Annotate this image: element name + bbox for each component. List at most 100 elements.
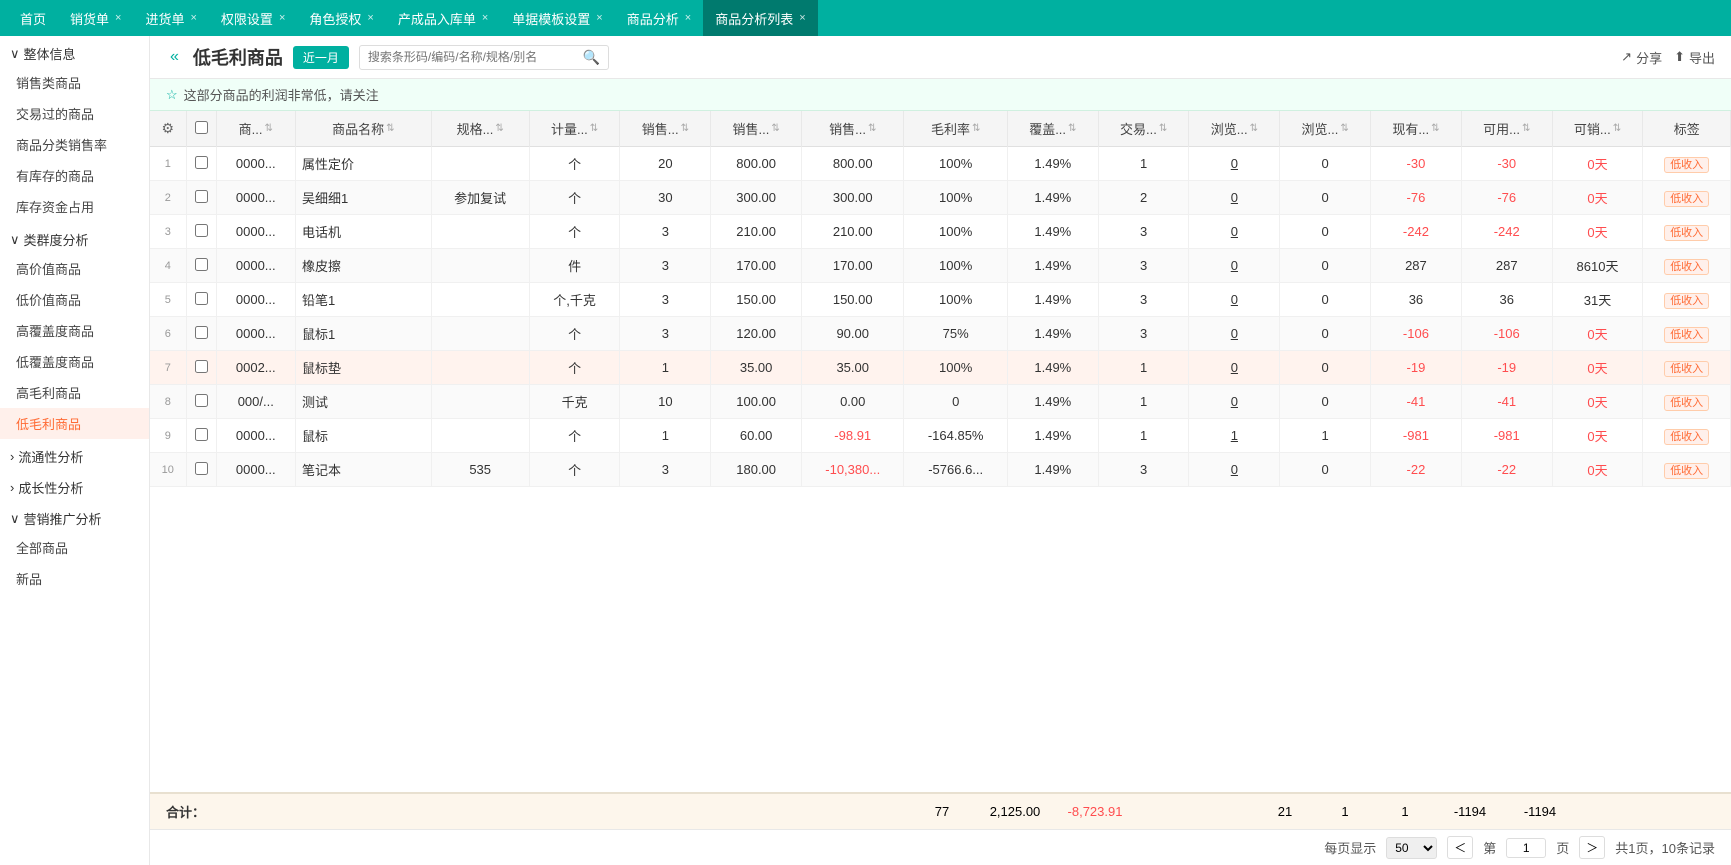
- page-input[interactable]: [1506, 838, 1546, 858]
- row-view1[interactable]: 0: [1189, 249, 1280, 283]
- nav-analysis[interactable]: 商品分析 ×: [615, 0, 703, 36]
- row-checkbox[interactable]: [186, 215, 216, 249]
- row-checkbox[interactable]: [186, 147, 216, 181]
- view1-link[interactable]: 1: [1231, 428, 1238, 443]
- row-view1[interactable]: 0: [1189, 181, 1280, 215]
- view1-link[interactable]: 0: [1231, 224, 1238, 239]
- row-margin: -5766.6...: [904, 453, 1007, 487]
- nav-close-role[interactable]: ×: [367, 12, 373, 24]
- row-checkbox[interactable]: [186, 351, 216, 385]
- date-filter-btn[interactable]: 近一月: [293, 46, 349, 69]
- nav-close-analysis[interactable]: ×: [685, 12, 691, 24]
- nav-home[interactable]: 首页: [8, 0, 58, 36]
- sidebar-group-overall[interactable]: ∨ 整体信息: [0, 36, 149, 67]
- sidebar-item-high-coverage[interactable]: 高覆盖度商品: [0, 315, 149, 346]
- nav-close-sales[interactable]: ×: [115, 12, 121, 24]
- row-available: -41: [1461, 385, 1552, 419]
- settings-icon[interactable]: ⚙: [161, 120, 174, 136]
- row-select-checkbox[interactable]: [195, 156, 208, 169]
- sidebar-item-stock-goods[interactable]: 有库存的商品: [0, 160, 149, 191]
- row-view1[interactable]: 0: [1189, 147, 1280, 181]
- row-select-checkbox[interactable]: [195, 428, 208, 441]
- row-checkbox[interactable]: [186, 453, 216, 487]
- row-select-checkbox[interactable]: [195, 326, 208, 339]
- sidebar-item-traded-goods[interactable]: 交易过的商品: [0, 98, 149, 129]
- row-available: -106: [1461, 317, 1552, 351]
- nav-close-permission[interactable]: ×: [279, 12, 285, 24]
- row-select-checkbox[interactable]: [195, 360, 208, 373]
- row-select-checkbox[interactable]: [195, 224, 208, 237]
- sidebar-item-new-goods[interactable]: 新品: [0, 563, 149, 594]
- row-select-checkbox[interactable]: [195, 462, 208, 475]
- row-salesqty: 3: [620, 215, 711, 249]
- nav-product-entry[interactable]: 产成品入库单 ×: [386, 0, 500, 36]
- row-checkbox[interactable]: [186, 283, 216, 317]
- nav-close-template[interactable]: ×: [596, 12, 602, 24]
- per-page-select[interactable]: 50 100 200: [1386, 837, 1437, 859]
- nav-role[interactable]: 角色授权 ×: [297, 0, 385, 36]
- row-salesamount: 150.00: [802, 283, 904, 317]
- row-select-checkbox[interactable]: [195, 190, 208, 203]
- row-select-checkbox[interactable]: [195, 292, 208, 305]
- view1-link[interactable]: 0: [1231, 462, 1238, 477]
- view1-link[interactable]: 0: [1231, 292, 1238, 307]
- share-btn[interactable]: ↗ 分享: [1621, 48, 1662, 67]
- nav-permission[interactable]: 权限设置 ×: [209, 0, 297, 36]
- sidebar-group-marketing[interactable]: ∨ 营销推广分析: [0, 501, 149, 532]
- table-wrapper: ⚙ 商...⇅ 商品名称⇅ 规格...⇅ 计量...⇅ 销售...⇅ 销售...…: [150, 111, 1731, 792]
- row-view1[interactable]: 1: [1189, 419, 1280, 453]
- row-salesamount: 35.00: [802, 351, 904, 385]
- row-select-checkbox[interactable]: [195, 258, 208, 271]
- prev-page-btn[interactable]: ＜: [1447, 836, 1473, 859]
- next-page-btn[interactable]: ＞: [1579, 836, 1605, 859]
- sidebar-item-low-coverage[interactable]: 低覆盖度商品: [0, 346, 149, 377]
- row-view1[interactable]: 0: [1189, 317, 1280, 351]
- row-margin: 75%: [904, 317, 1007, 351]
- select-all-checkbox[interactable]: [195, 121, 208, 134]
- sidebar-item-sales-goods[interactable]: 销售类商品: [0, 67, 149, 98]
- export-btn[interactable]: ⬆ 导出: [1674, 48, 1715, 67]
- sidebar-item-low-margin[interactable]: 低毛利商品: [0, 408, 149, 439]
- row-view1[interactable]: 0: [1189, 351, 1280, 385]
- sidebar-group-cluster[interactable]: ∨ 类群度分析: [0, 222, 149, 253]
- nav-close-analysis-list[interactable]: ×: [799, 12, 805, 24]
- nav-sales[interactable]: 销货单 ×: [58, 0, 133, 36]
- sidebar-group-growth[interactable]: › 成长性分析: [0, 470, 149, 501]
- row-view1[interactable]: 0: [1189, 453, 1280, 487]
- view1-link[interactable]: 0: [1231, 258, 1238, 273]
- view1-link[interactable]: 0: [1231, 394, 1238, 409]
- row-view1[interactable]: 0: [1189, 215, 1280, 249]
- view1-link[interactable]: 0: [1231, 360, 1238, 375]
- sidebar-collapse-btn[interactable]: «: [166, 46, 183, 68]
- row-view1[interactable]: 0: [1189, 283, 1280, 317]
- view1-link[interactable]: 0: [1231, 190, 1238, 205]
- sidebar-item-capital[interactable]: 库存资金占用: [0, 191, 149, 222]
- sidebar-group-liquidity[interactable]: › 流通性分析: [0, 439, 149, 470]
- row-checkbox[interactable]: [186, 317, 216, 351]
- row-checkbox[interactable]: [186, 385, 216, 419]
- nav-analysis-list[interactable]: 商品分析列表 ×: [703, 0, 817, 36]
- nav-template[interactable]: 单据模板设置 ×: [500, 0, 614, 36]
- row-view2: 0: [1280, 215, 1371, 249]
- nav-close-purchase[interactable]: ×: [190, 12, 196, 24]
- view1-link[interactable]: 0: [1231, 326, 1238, 341]
- nav-close-product[interactable]: ×: [482, 12, 488, 24]
- sidebar-item-all-goods[interactable]: 全部商品: [0, 532, 149, 563]
- row-view1[interactable]: 0: [1189, 385, 1280, 419]
- row-view2: 0: [1280, 385, 1371, 419]
- sidebar-item-category-sales[interactable]: 商品分类销售率: [0, 129, 149, 160]
- view1-link[interactable]: 0: [1231, 156, 1238, 171]
- row-checkbox[interactable]: [186, 249, 216, 283]
- row-select-checkbox[interactable]: [195, 394, 208, 407]
- search-input[interactable]: [368, 50, 583, 64]
- sidebar-item-low-value[interactable]: 低价值商品: [0, 284, 149, 315]
- row-current: -41: [1371, 385, 1462, 419]
- row-available: 287: [1461, 249, 1552, 283]
- sidebar-item-high-margin[interactable]: 高毛利商品: [0, 377, 149, 408]
- row-checkbox[interactable]: [186, 181, 216, 215]
- row-available: -242: [1461, 215, 1552, 249]
- search-icon[interactable]: 🔍: [582, 49, 599, 66]
- row-checkbox[interactable]: [186, 419, 216, 453]
- nav-purchase[interactable]: 进货单 ×: [133, 0, 208, 36]
- sidebar-item-high-value[interactable]: 高价值商品: [0, 253, 149, 284]
